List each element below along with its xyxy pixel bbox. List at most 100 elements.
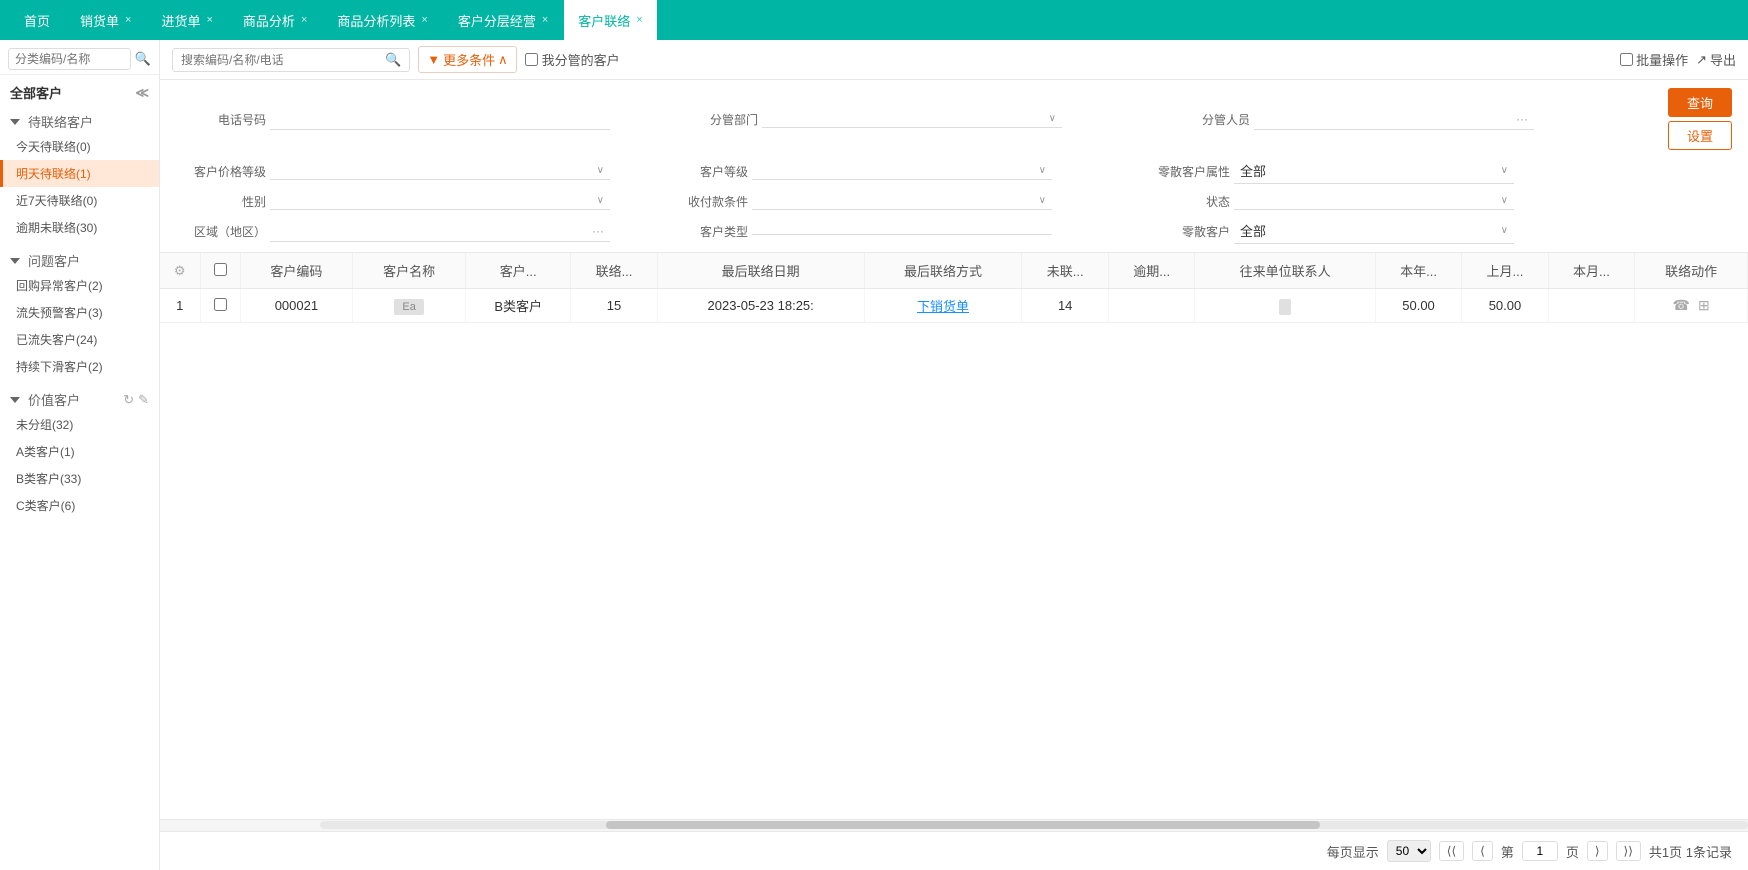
sidebar-item-declining[interactable]: 持续下滑客户(2) [0, 353, 159, 380]
first-page-button[interactable]: ⟨⟨ [1439, 841, 1464, 861]
gender-select[interactable]: ∨ [270, 192, 610, 210]
person-select[interactable]: ··· [1254, 109, 1534, 130]
sidebar-item-7days[interactable]: 近7天待联络(0) [0, 187, 159, 214]
action-phone-icon[interactable]: ☎ [1672, 297, 1689, 314]
sidebar-item-tomorrow[interactable]: 明天待联络(1) [0, 160, 159, 187]
th-code: 客户编码 [240, 253, 353, 289]
nav-product-list[interactable]: 商品分析列表 × [323, 0, 441, 40]
dept-select[interactable]: ∨ [762, 110, 1062, 128]
filter-person-col: 分管人员 ··· [1160, 109, 1644, 130]
close-sales-icon[interactable]: × [125, 14, 131, 26]
search-wrap: 🔍 [172, 48, 410, 72]
td-year-amount: 50.00 [1375, 289, 1461, 323]
filter-row-2: 客户价格等级 ∨ 客户等级 ∨ 零散客户属性 全部 [176, 158, 1732, 184]
sidebar-search-icon[interactable]: 🔍 [135, 51, 151, 67]
th-contact-count: 联络... [571, 253, 657, 289]
price-level-label: 客户价格等级 [176, 163, 266, 180]
sidebar: 🔍 全部客户 ≪ 待联络客户 今天待联络(0) 明天待联络(1) 近7天待联络(… [0, 40, 160, 870]
search-input[interactable] [181, 53, 381, 67]
retail-customer-select[interactable]: 全部 ∨ [1234, 218, 1514, 244]
last-page-button[interactable]: ⟩⟩ [1616, 841, 1641, 861]
sidebar-item-churn-warning[interactable]: 流失预警客户(3) [0, 299, 159, 326]
settings-icon[interactable]: ⚙ [174, 263, 186, 278]
customer-level-select[interactable]: ∨ [752, 162, 1052, 180]
td-last-month: 50.00 [1462, 289, 1548, 323]
sidebar-item-ungrouped[interactable]: 未分组(32) [0, 411, 159, 438]
query-button[interactable]: 查询 [1668, 88, 1732, 117]
sidebar-item-a-class[interactable]: A类客户(1) [0, 438, 159, 465]
search-submit-icon[interactable]: 🔍 [385, 52, 401, 68]
next-page-button[interactable]: ⟩ [1587, 841, 1608, 861]
area-more-icon[interactable]: ··· [592, 224, 604, 238]
sidebar-value-section: 价值客户 ↻ ✎ 未分组(32) A类客户(1) B类客户(33) C类客户(6… [0, 384, 159, 519]
th-unit-contact: 往来单位联系人 [1195, 253, 1375, 289]
sidebar-item-churned[interactable]: 已流失客户(24) [0, 326, 159, 353]
sidebar-item-today[interactable]: 今天待联络(0) [0, 133, 159, 160]
th-checkbox [200, 253, 240, 289]
price-level-select[interactable]: ∨ [270, 162, 610, 180]
content-area: 🔍 ▼ 更多条件 ∧ 我分管的客户 批量操作 ↗ 导出 [160, 40, 1748, 870]
filter-retail-attr-col: 零散客户属性 全部 ∨ [1140, 158, 1614, 184]
row-checkbox[interactable] [214, 298, 227, 311]
per-page-select[interactable]: 50 [1387, 840, 1431, 862]
page-input[interactable] [1522, 841, 1558, 861]
sidebar-problem-title[interactable]: 问题客户 [0, 245, 159, 272]
phone-input[interactable] [270, 109, 610, 130]
sidebar-item-overdue[interactable]: 逾期未联络(30) [0, 214, 159, 241]
gender-label: 性别 [176, 193, 266, 210]
td-last-contact-method: 下销货单 [864, 289, 1022, 323]
batch-operation-button[interactable]: 批量操作 [1620, 50, 1688, 69]
filter-retail-customer-col: 零散客户 全部 ∨ [1140, 218, 1614, 244]
person-more-icon[interactable]: ··· [1516, 112, 1528, 126]
td-overdue [1108, 289, 1194, 323]
reset-button[interactable]: 设置 [1668, 121, 1732, 150]
sidebar-collapse-icon[interactable]: ≪ [135, 85, 149, 101]
gender-chevron-icon: ∨ [597, 195, 604, 206]
action-grid-icon[interactable]: ⊞ [1698, 297, 1710, 314]
nav-customer-tier[interactable]: 客户分层经营 × [444, 0, 562, 40]
sidebar-item-b-class[interactable]: B类客户(33) [0, 465, 159, 492]
sidebar-pending-title[interactable]: 待联络客户 [0, 106, 159, 133]
sidebar-all-customers[interactable]: 全部客户 ≪ [0, 75, 159, 106]
td-contact-count: 15 [571, 289, 657, 323]
sidebar-value-title[interactable]: 价值客户 ↻ ✎ [0, 384, 159, 411]
export-button[interactable]: ↗ 导出 [1696, 50, 1736, 69]
sidebar-item-c-class[interactable]: C类客户(6) [0, 492, 159, 519]
sidebar-search-input[interactable] [8, 48, 131, 70]
last-contact-link[interactable]: 下销货单 [917, 299, 969, 314]
value-edit-icon[interactable]: ✎ [138, 392, 149, 408]
status-select[interactable]: ∨ [1234, 192, 1514, 210]
select-all-checkbox[interactable] [214, 263, 227, 276]
th-settings: ⚙ [160, 253, 200, 289]
nav-home[interactable]: 首页 [10, 0, 64, 40]
value-refresh-icon[interactable]: ↻ [123, 392, 134, 408]
close-product-analysis-icon[interactable]: × [301, 14, 307, 26]
td-type: B类客户 [466, 289, 571, 323]
prev-page-button[interactable]: ⟨ [1472, 841, 1493, 861]
nav-customer-contact[interactable]: 客户联络 × [564, 0, 656, 40]
filter-price-level-col: 客户价格等级 ∨ [176, 162, 650, 180]
customer-type-select[interactable] [752, 228, 1052, 235]
close-customer-contact-icon[interactable]: × [636, 14, 642, 26]
my-customers-checkbox[interactable] [525, 53, 538, 66]
batch-checkbox[interactable] [1620, 53, 1633, 66]
problem-arrow-icon [10, 258, 20, 264]
footer: 每页显示 50 ⟨⟨ ⟨ 第 页 ⟩ ⟩⟩ 共1页 1条记录 [160, 831, 1748, 870]
payment-label: 收付款条件 [658, 193, 748, 210]
nav-product-analysis[interactable]: 商品分析 × [229, 0, 321, 40]
retail-attr-select[interactable]: 全部 ∨ [1234, 158, 1514, 184]
th-name: 客户名称 [353, 253, 466, 289]
my-customers-checkbox-wrap[interactable]: 我分管的客户 [525, 50, 620, 69]
area-select[interactable]: ··· [270, 221, 610, 242]
scrollbar-thumb[interactable] [606, 821, 1320, 829]
close-product-list-icon[interactable]: × [421, 14, 427, 26]
payment-select[interactable]: ∨ [752, 192, 1052, 210]
nav-sales[interactable]: 销货单 × [66, 0, 145, 40]
more-filter-button[interactable]: ▼ 更多条件 ∧ [418, 46, 516, 73]
th-no-contact: 未联... [1022, 253, 1108, 289]
nav-purchase[interactable]: 进货单 × [147, 0, 226, 40]
sidebar-item-repurchase[interactable]: 回购异常客户(2) [0, 272, 159, 299]
close-purchase-icon[interactable]: × [206, 14, 212, 26]
filter-row-4: 区域（地区） ··· 客户类型 零散客户 全部 ∨ [176, 218, 1732, 244]
close-customer-tier-icon[interactable]: × [542, 14, 548, 26]
